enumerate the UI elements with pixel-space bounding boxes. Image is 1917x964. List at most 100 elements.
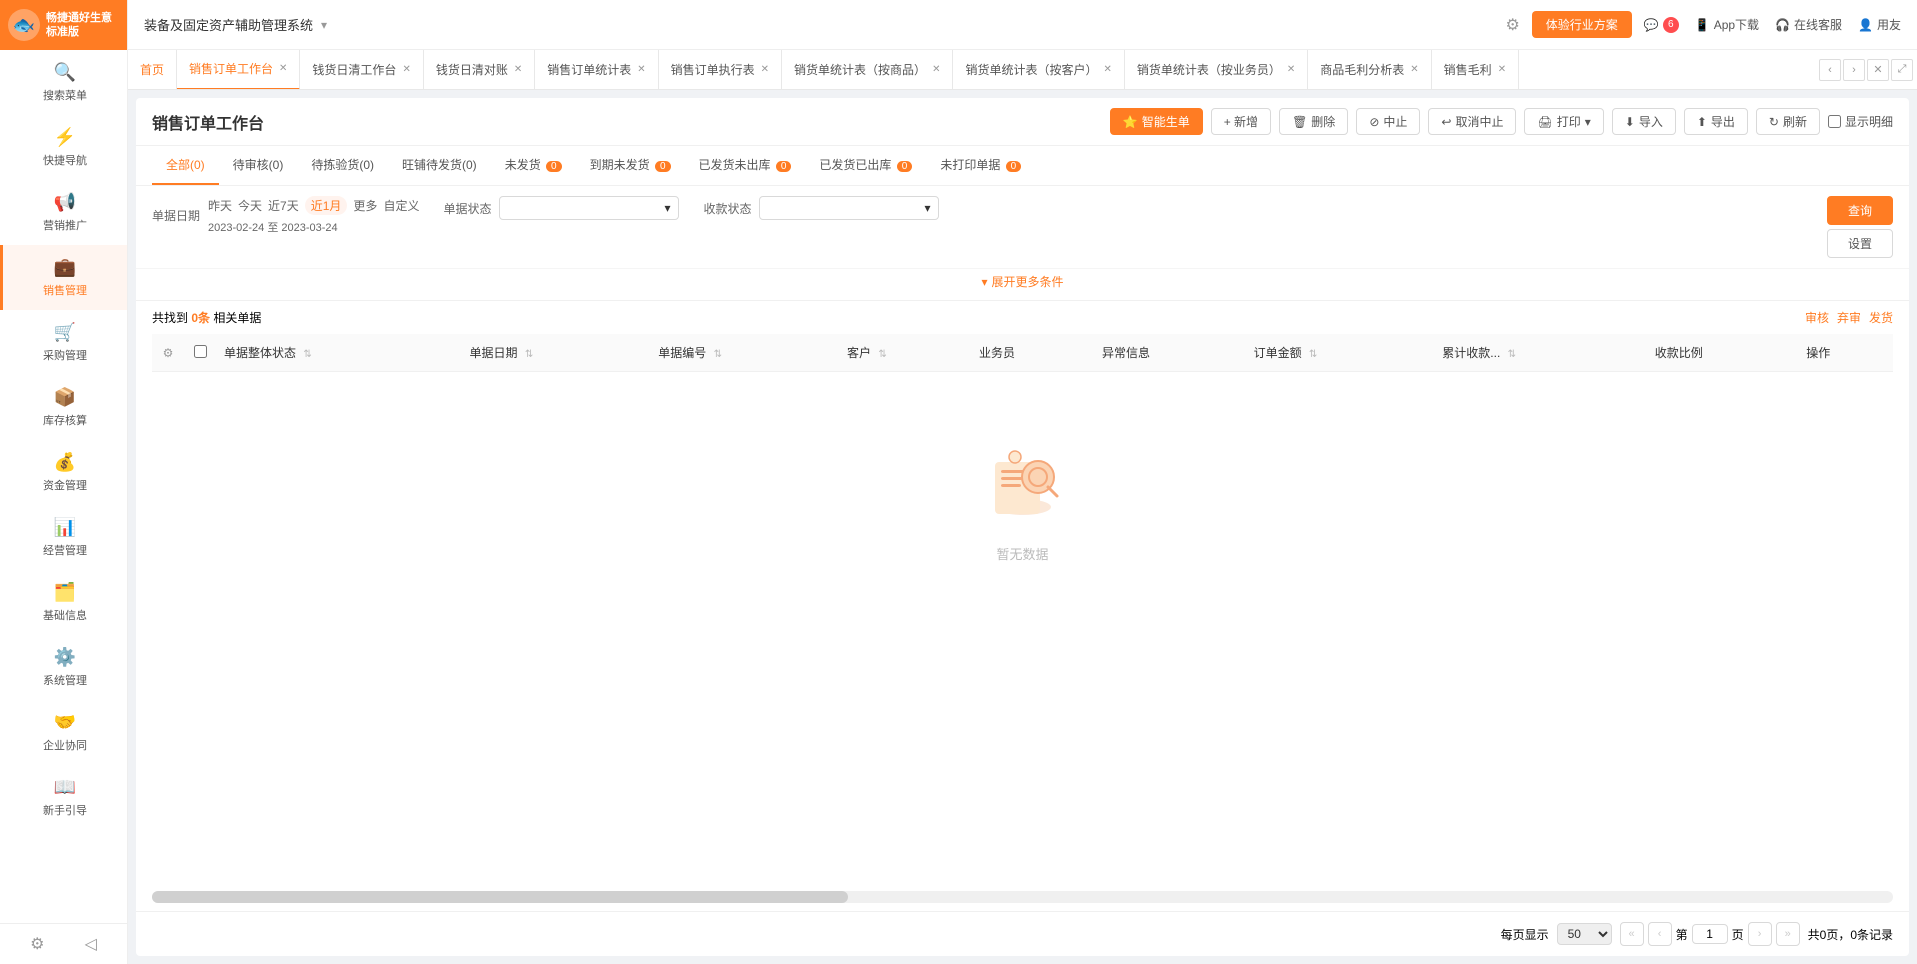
tab-close-icon[interactable]: ✕ <box>761 64 769 75</box>
sub-tab-not-shipped[interactable]: 未发货 0 <box>491 146 576 185</box>
chevron-down-icon[interactable]: ▾ <box>321 18 327 32</box>
shortcut-7days[interactable]: 近7天 <box>268 197 299 214</box>
select-all-checkbox[interactable] <box>194 345 207 358</box>
user-icon: 👤 <box>1858 18 1873 32</box>
sidebar-item-quick-nav[interactable]: ⚡快捷导航 <box>0 115 127 180</box>
tab-next-btn[interactable]: › <box>1843 59 1865 81</box>
date-range-text: 2023-02-24 至 2023-03-24 <box>208 219 419 235</box>
shortcut-more[interactable]: 更多 <box>353 197 377 214</box>
tab-prev-btn[interactable]: ‹ <box>1819 59 1841 81</box>
select-all-cell[interactable] <box>184 334 216 372</box>
sidebar-item-marketing[interactable]: 📢营销推广 <box>0 180 127 245</box>
sub-tab-pending-inspection[interactable]: 待拣验货(0) <box>297 146 388 185</box>
scrollbar-thumb[interactable] <box>152 891 848 903</box>
tab-close-icon[interactable]: ✕ <box>402 64 410 75</box>
page-last-btn[interactable]: » <box>1776 922 1800 946</box>
purchase-icon: 🛒 <box>54 322 76 343</box>
tab-close-icon[interactable]: ✕ <box>1103 64 1111 75</box>
tab-cash-daily[interactable]: 钱货日清工作台 ✕ <box>300 50 423 90</box>
show-detail-input[interactable] <box>1828 115 1841 128</box>
sidebar-item-label: 库存核算 <box>43 412 87 428</box>
tab-sales-workbench[interactable]: 销售订单工作台 ✕ <box>177 50 300 90</box>
refresh-btn[interactable]: ↻ 刷新 <box>1756 108 1820 135</box>
review-action-btn[interactable]: 审核 <box>1805 309 1829 326</box>
shortcut-yesterday[interactable]: 昨天 <box>208 197 232 214</box>
show-detail-checkbox[interactable]: 显示明细 <box>1828 113 1893 130</box>
col-order-amount: 订单金额 ⇅ <box>1246 334 1435 372</box>
smart-generate-btn[interactable]: ⭐ 智能生单 <box>1110 108 1203 135</box>
page-size-select[interactable]: 50 20 100 <box>1557 923 1612 945</box>
ship-action-btn[interactable]: 发货 <box>1869 309 1893 326</box>
column-settings[interactable]: ⚙ <box>152 334 184 372</box>
tab-home[interactable]: 首页 <box>128 50 177 90</box>
sub-tab-not-printed[interactable]: 未打印单据 0 <box>926 146 1035 185</box>
tab-sales-order-stats[interactable]: 销售订单统计表 ✕ <box>535 50 658 90</box>
tab-close-icon[interactable]: ✕ <box>1410 64 1418 75</box>
sidebar-item-label: 经营管理 <box>43 542 87 558</box>
sidebar-item-system[interactable]: ⚙️系统管理 <box>0 635 127 700</box>
status-select[interactable]: ▾ <box>499 196 679 220</box>
system-title: 装备及固定资产辅助管理系统 ▾ <box>144 15 1493 34</box>
collapse-icon[interactable]: ◁ <box>85 934 97 954</box>
shortcut-1month[interactable]: 近1月 <box>305 196 348 215</box>
new-btn[interactable]: + 新增 <box>1211 108 1271 135</box>
tab-sales-profit[interactable]: 销售毛利 ✕ <box>1432 50 1519 90</box>
tab-close-icon[interactable]: ✕ <box>637 64 645 75</box>
settings-filter-btn[interactable]: 设置 <box>1827 229 1893 258</box>
tab-sales-stats-staff[interactable]: 销货单统计表（按业务员） ✕ <box>1125 50 1308 90</box>
sidebar-item-finance[interactable]: 💰资金管理 <box>0 440 127 505</box>
sub-tab-all[interactable]: 全部(0) <box>152 146 219 185</box>
online-service-btn[interactable]: 🎧 在线客服 <box>1775 16 1842 33</box>
cancel-review-action-btn[interactable]: 弃审 <box>1837 309 1861 326</box>
tab-sales-order-exec[interactable]: 销售订单执行表 ✕ <box>659 50 782 90</box>
tab-close-icon[interactable]: ✕ <box>1287 64 1295 75</box>
tab-maximize-btn[interactable]: ⤢ <box>1891 59 1913 81</box>
page-first-btn[interactable]: « <box>1620 922 1644 946</box>
sidebar-item-sales[interactable]: 💼销售管理 <box>0 245 127 310</box>
user-menu[interactable]: 👤 用友 <box>1858 16 1901 33</box>
message-btn[interactable]: 💬 6 <box>1644 17 1679 33</box>
delete-btn[interactable]: 🗑 删除 <box>1279 108 1348 135</box>
import-btn[interactable]: ⬇ 导入 <box>1612 108 1676 135</box>
tab-close-all-btn[interactable]: ✕ <box>1867 59 1889 81</box>
shortcut-custom[interactable]: 自定义 <box>383 197 419 214</box>
shipped-out-badge: 0 <box>897 161 913 172</box>
date-range-control: 昨天 今天 近7天 近1月 更多 自定义 2023-02-24 至 2023-0… <box>208 196 419 235</box>
page-input[interactable] <box>1692 924 1728 944</box>
tab-close-icon[interactable]: ✕ <box>932 64 940 75</box>
sidebar-item-cooperation[interactable]: 🤝企业协同 <box>0 700 127 765</box>
sidebar-item-operations[interactable]: 📊经营管理 <box>0 505 127 570</box>
tab-cash-reconcile[interactable]: 钱货日清对账 ✕ <box>424 50 535 90</box>
tab-sales-stats-customer[interactable]: 销货单统计表（按客户） ✕ <box>953 50 1124 90</box>
sub-tab-shipped-not-out[interactable]: 已发货未出库 0 <box>685 146 806 185</box>
sub-tab-shipped-out[interactable]: 已发货已出库 0 <box>805 146 926 185</box>
tab-gross-profit[interactable]: 商品毛利分析表 ✕ <box>1308 50 1431 90</box>
page-prev-btn[interactable]: ‹ <box>1648 922 1672 946</box>
tab-close-icon[interactable]: ✕ <box>1498 64 1506 75</box>
horizontal-scrollbar[interactable] <box>152 891 1893 903</box>
tab-close-icon[interactable]: ✕ <box>514 64 522 75</box>
suspend-btn[interactable]: ⊘ 中止 <box>1356 108 1420 135</box>
gear-icon[interactable]: ⚙ <box>1505 15 1519 35</box>
expand-more-btn[interactable]: ▾ 展开更多条件 <box>981 269 1063 294</box>
sidebar-item-base-info[interactable]: 🗂️基础信息 <box>0 570 127 635</box>
sub-tab-wangpu[interactable]: 旺铺待发货(0) <box>388 146 491 185</box>
sub-tab-overdue[interactable]: 到期未发货 0 <box>576 146 685 185</box>
settings-icon[interactable]: ⚙ <box>30 934 44 954</box>
export-btn[interactable]: ⬆ 导出 <box>1684 108 1748 135</box>
sidebar-item-search[interactable]: 🔍搜索菜单 <box>0 50 127 115</box>
app-download-btn[interactable]: 📱 App下载 <box>1695 16 1759 33</box>
shortcut-today[interactable]: 今天 <box>238 197 262 214</box>
sidebar-item-purchase[interactable]: 🛒采购管理 <box>0 310 127 375</box>
cancel-suspend-btn[interactable]: ↩ 取消中止 <box>1428 108 1516 135</box>
print-btn[interactable]: 🖨 打印 ▾ <box>1524 108 1603 135</box>
tab-sales-stats-product[interactable]: 销货单统计表（按商品） ✕ <box>782 50 953 90</box>
tab-close-icon[interactable]: ✕ <box>279 63 287 74</box>
payment-select[interactable]: ▾ <box>759 196 939 220</box>
sidebar-item-inventory[interactable]: 📦库存核算 <box>0 375 127 440</box>
query-btn[interactable]: 查询 <box>1827 196 1893 225</box>
sub-tab-pending-review[interactable]: 待审核(0) <box>219 146 298 185</box>
sidebar-item-guide[interactable]: 📖新手引导 <box>0 765 127 830</box>
industry-btn[interactable]: 体验行业方案 <box>1532 11 1632 38</box>
page-next-btn[interactable]: › <box>1748 922 1772 946</box>
